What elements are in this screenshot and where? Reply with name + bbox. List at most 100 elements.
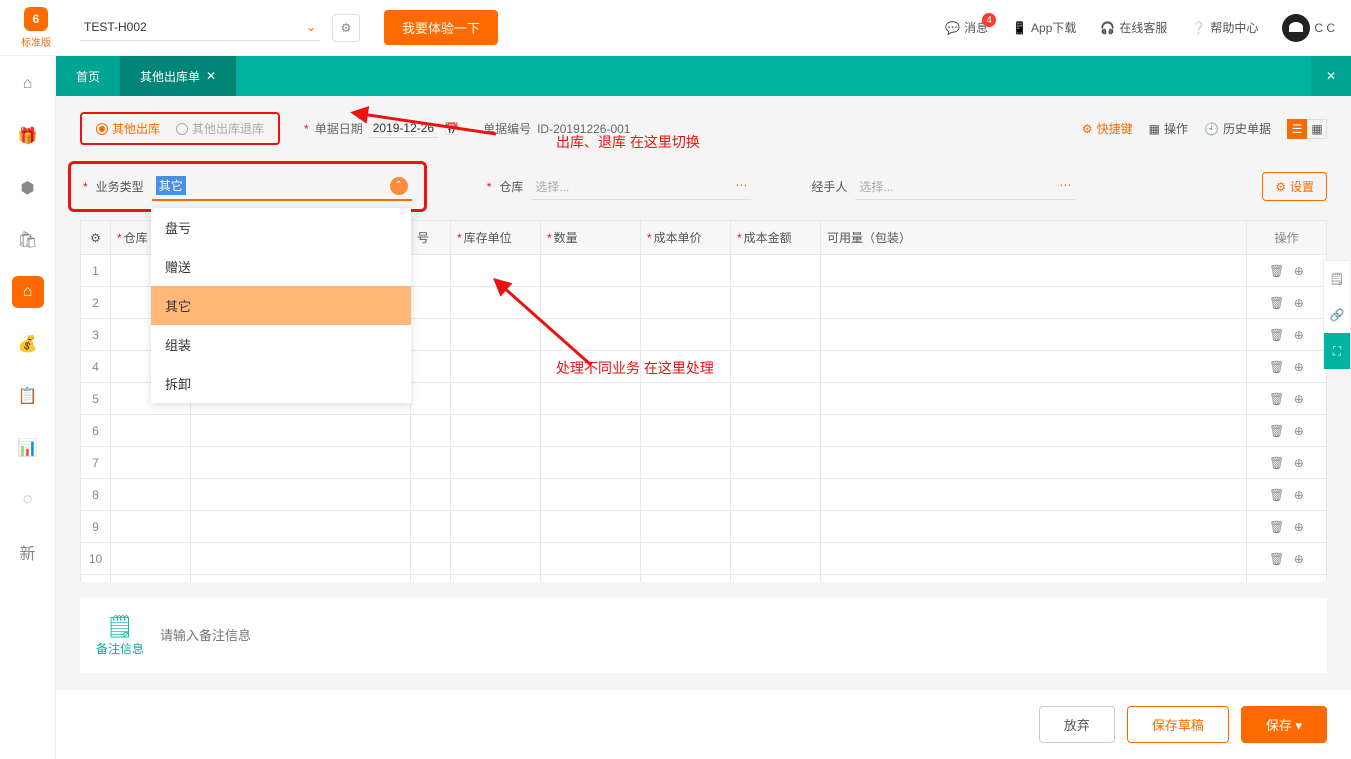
biz-type-select[interactable]: 其它 ⌃: [152, 172, 412, 201]
settings-icon-button[interactable]: ⚙: [332, 14, 360, 42]
col-sku-suffix: 号: [411, 221, 451, 255]
gear-icon: ⚙: [1082, 122, 1093, 136]
operate-button[interactable]: ▦操作: [1149, 120, 1188, 137]
row-ops: 🗑 ⊕: [1247, 383, 1327, 415]
delete-icon[interactable]: 🗑: [1269, 520, 1284, 534]
table-row[interactable]: 8 🗑 ⊕: [81, 479, 1327, 511]
nav-new-icon[interactable]: 新: [12, 536, 44, 568]
logo-icon: [24, 7, 48, 31]
add-icon[interactable]: ⊕: [1294, 328, 1304, 342]
delete-icon[interactable]: 🗑: [1269, 392, 1284, 406]
grid-view-icon[interactable]: ▦: [1307, 119, 1327, 139]
note-icon: 🗒: [96, 614, 144, 640]
view-toggle: ☰ ▦: [1287, 119, 1327, 139]
nav-sync-icon[interactable]: ◌: [12, 484, 44, 516]
float-link-icon[interactable]: 🔗: [1324, 297, 1350, 333]
discard-button[interactable]: 放弃: [1039, 706, 1115, 743]
nav-house-icon[interactable]: ⬢: [12, 172, 44, 204]
try-button[interactable]: 我要体验一下: [384, 10, 498, 45]
add-icon[interactable]: ⊕: [1294, 424, 1304, 438]
ellipsis-icon: ⋯: [735, 178, 747, 195]
radio-return[interactable]: 其他出库退库: [176, 120, 264, 137]
biz-type-field: * 业务类型 其它 ⌃ 盘亏 赠送 其它 组装 拆卸: [83, 172, 412, 201]
grid-icon: ▦: [1149, 122, 1160, 136]
bill-date-value[interactable]: 2019-12-26: [369, 119, 438, 138]
dropdown-option[interactable]: 组装: [151, 325, 411, 364]
user-menu[interactable]: C C: [1282, 14, 1335, 42]
nav-clipboard-icon[interactable]: 📋: [12, 380, 44, 412]
delete-icon[interactable]: 🗑: [1269, 424, 1284, 438]
add-icon[interactable]: ⊕: [1294, 392, 1304, 406]
nav-report-icon[interactable]: 📊: [12, 432, 44, 464]
chevron-down-icon: ▾: [1295, 718, 1302, 733]
add-icon[interactable]: ⊕: [1294, 456, 1304, 470]
row-index: 4: [81, 351, 111, 383]
tab-home[interactable]: 首页: [56, 56, 120, 96]
dropdown-option[interactable]: 盘亏: [151, 208, 411, 247]
radio-outbound[interactable]: 其他出库: [96, 120, 160, 137]
delete-icon[interactable]: 🗑: [1269, 328, 1284, 342]
float-expand-icon[interactable]: ⛶: [1324, 333, 1350, 369]
nav-home-icon[interactable]: ⌂: [12, 68, 44, 100]
list-view-icon[interactable]: ☰: [1287, 119, 1307, 139]
warehouse-select[interactable]: 选择...⋯: [531, 174, 751, 200]
delete-icon[interactable]: 🗑: [1269, 296, 1284, 310]
delete-icon[interactable]: 🗑: [1269, 456, 1284, 470]
save-button[interactable]: 保存 ▾: [1241, 706, 1327, 743]
handler-select[interactable]: 选择...⋯: [855, 174, 1075, 200]
table-row[interactable]: 10 🗑 ⊕: [81, 543, 1327, 575]
row-index: 7: [81, 447, 111, 479]
app-download-link[interactable]: 📱 App下载: [1012, 19, 1076, 36]
history-button[interactable]: 🕘历史单据: [1204, 120, 1271, 137]
col-qty: *数量: [541, 221, 641, 255]
settings-button[interactable]: ⚙ 设置: [1262, 172, 1327, 201]
page-head: 其他出库 其他出库退库 * 单据日期 2019-12-26 📅 单据编号 ID-…: [56, 96, 1351, 153]
nav-money-icon[interactable]: 💰: [12, 328, 44, 360]
add-icon[interactable]: ⊕: [1294, 264, 1304, 278]
shortcut-button[interactable]: ⚙快捷键: [1082, 120, 1133, 137]
col-gear[interactable]: ⚙: [81, 221, 111, 255]
col-cost-price: *成本单价: [641, 221, 731, 255]
row-index: 5: [81, 383, 111, 415]
annotation-top: 出库、退库 在这里切换: [556, 132, 700, 152]
add-icon[interactable]: ⊕: [1294, 488, 1304, 502]
dropdown-option-selected[interactable]: 其它: [151, 286, 411, 325]
dropdown-option[interactable]: 赠送: [151, 247, 411, 286]
nav-bag-icon[interactable]: 🛍: [12, 224, 44, 256]
logo: 标准版: [16, 7, 56, 49]
avatar: [1282, 14, 1310, 42]
tab-other-outbound[interactable]: 其他出库单 ✕: [120, 56, 236, 96]
mode-switch-highlight: 其他出库 其他出库退库: [80, 112, 280, 145]
row-index: 6: [81, 415, 111, 447]
table-row[interactable]: 11 🗑 ⊕: [81, 575, 1327, 583]
nav-warehouse-icon[interactable]: ⌂: [12, 276, 44, 308]
row-ops: 🗑 ⊕: [1247, 447, 1327, 479]
nav-gift-icon[interactable]: 🎁: [12, 120, 44, 152]
delete-icon[interactable]: 🗑: [1269, 488, 1284, 502]
close-all-tabs[interactable]: ✕: [1311, 56, 1351, 96]
headset-icon: 🎧: [1100, 21, 1115, 35]
close-icon[interactable]: ✕: [206, 69, 216, 83]
delete-icon[interactable]: 🗑: [1269, 264, 1284, 278]
save-draft-button[interactable]: 保存草稿: [1127, 706, 1229, 743]
delete-icon[interactable]: 🗑: [1269, 552, 1284, 566]
help-center-link[interactable]: ❔ 帮助中心: [1191, 19, 1258, 36]
clock-icon: 🕘: [1204, 122, 1219, 136]
float-note-icon[interactable]: 🗒: [1324, 261, 1350, 297]
messages-link[interactable]: 💬 消息 4: [945, 19, 988, 36]
calendar-icon[interactable]: 📅: [444, 122, 459, 136]
phone-icon: 📱: [1012, 21, 1027, 35]
online-service-link[interactable]: 🎧 在线客服: [1100, 19, 1167, 36]
add-icon[interactable]: ⊕: [1294, 552, 1304, 566]
add-icon[interactable]: ⊕: [1294, 296, 1304, 310]
table-row[interactable]: 7 🗑 ⊕: [81, 447, 1327, 479]
add-icon[interactable]: ⊕: [1294, 360, 1304, 374]
bill-date: * 单据日期 2019-12-26 📅: [304, 119, 459, 138]
table-row[interactable]: 6 🗑 ⊕: [81, 415, 1327, 447]
dropdown-option[interactable]: 拆卸: [151, 364, 411, 403]
org-selector[interactable]: TEST-H002 ⌄: [80, 14, 320, 41]
table-row[interactable]: 9 🗑 ⊕: [81, 511, 1327, 543]
add-icon[interactable]: ⊕: [1294, 520, 1304, 534]
delete-icon[interactable]: 🗑: [1269, 360, 1284, 374]
remark-input[interactable]: [160, 628, 1311, 643]
